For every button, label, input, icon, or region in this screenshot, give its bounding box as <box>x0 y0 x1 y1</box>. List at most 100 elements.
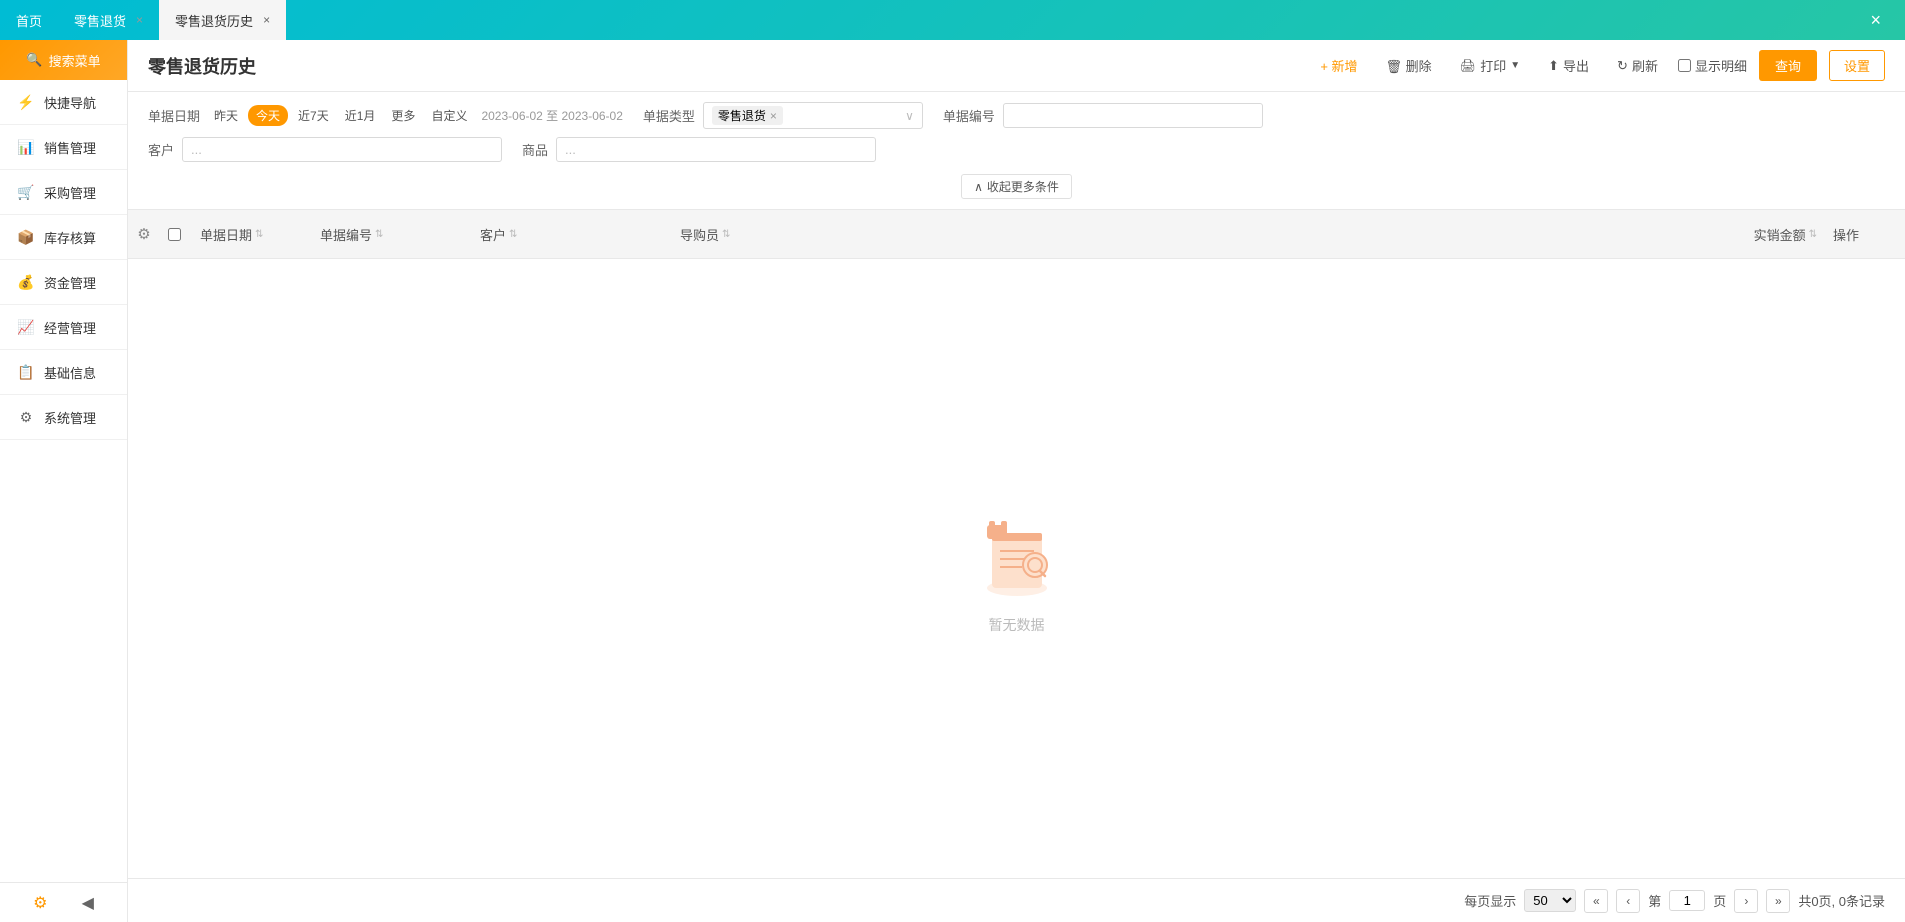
goods-filter-group: 商品 ... <box>522 137 876 162</box>
page-label: 第 <box>1648 891 1661 910</box>
export-label: 导出 <box>1563 56 1589 75</box>
refresh-button[interactable]: ↻ 刷新 <box>1609 52 1666 79</box>
quick-nav-icon: ⚡ <box>16 92 36 112</box>
per-page-select[interactable]: 50 10 20 100 <box>1524 889 1576 912</box>
th-docno-sort[interactable]: ⇅ <box>375 229 383 240</box>
settings-button[interactable]: 设置 <box>1829 50 1885 81</box>
docno-filter-group: 单据编号 <box>943 103 1263 128</box>
date-opt-yesterday[interactable]: 昨天 <box>208 105 244 126</box>
collapse-button[interactable]: ∧ 收起更多条件 <box>961 174 1072 199</box>
sidebar: 🔍 搜索菜单 ⚡ 快捷导航 📊 销售管理 🛒 采购管理 📦 库存核算 💰 <box>0 40 128 922</box>
goods-filter-label: 商品 <box>522 140 548 159</box>
sidebar-item-system[interactable]: ⚙ 系统管理 <box>0 395 127 440</box>
th-guide-sort[interactable]: ⇅ <box>722 229 730 240</box>
sidebar-item-inventory[interactable]: 📦 库存核算 <box>0 215 127 260</box>
system-icon: ⚙ <box>16 407 36 427</box>
sidebar-item-operations[interactable]: 📈 经营管理 <box>0 305 127 350</box>
customer-filter-label: 客户 <box>148 140 174 159</box>
export-icon: ⬆ <box>1548 58 1559 74</box>
search-icon: 🔍 <box>26 52 42 68</box>
top-bar-right: × <box>1862 10 1905 31</box>
sidebar-item-operations-label: 经营管理 <box>44 318 96 337</box>
print-dropdown-icon: ▼ <box>1510 60 1520 71</box>
date-opt-custom[interactable]: 自定义 <box>425 105 473 126</box>
th-docno-label: 单据编号 <box>320 225 372 244</box>
tab-retail-return[interactable]: 零售退货 × <box>58 0 159 40</box>
last-page-button[interactable]: » <box>1766 889 1790 913</box>
query-button[interactable]: 查询 <box>1759 50 1817 81</box>
table-body: 暂无数据 <box>128 259 1905 878</box>
th-action: 操作 <box>1825 225 1905 244</box>
sidebar-item-inventory-label: 库存核算 <box>44 228 96 247</box>
date-options: 昨天 今天 近7天 近1月 更多 自定义 <box>208 105 473 126</box>
date-opt-7days[interactable]: 近7天 <box>292 105 335 126</box>
pagination-summary: 共0页, 0条记录 <box>1798 891 1885 910</box>
goods-placeholder-text: ... <box>565 142 576 157</box>
customer-placeholder-text: ... <box>191 142 202 157</box>
th-customer-sort[interactable]: ⇅ <box>509 229 517 240</box>
sidebar-item-purchase-label: 采购管理 <box>44 183 96 202</box>
sidebar-bottom: ⚙ ◀ <box>0 882 127 922</box>
sidebar-item-purchase[interactable]: 🛒 采购管理 <box>0 170 127 215</box>
date-opt-today[interactable]: 今天 <box>248 105 288 126</box>
tab-retail-return-history[interactable]: 零售退货历史 × <box>159 0 286 40</box>
customer-input[interactable]: ... <box>182 137 502 162</box>
date-opt-more[interactable]: 更多 <box>385 105 421 126</box>
sidebar-item-basic-info[interactable]: 📋 基础信息 <box>0 350 127 395</box>
show-detail-label: 显示明细 <box>1678 56 1747 75</box>
th-customer-label: 客户 <box>480 225 506 244</box>
collapse-label: 收起更多条件 <box>987 178 1059 195</box>
sidebar-item-quick-nav[interactable]: ⚡ 快捷导航 <box>0 80 127 125</box>
tab-retail-return-label: 零售退货 <box>74 11 126 30</box>
filter-area: 单据日期 昨天 今天 近7天 近1月 更多 自定义 2023-06-02 至 2… <box>128 92 1905 210</box>
tab-home[interactable]: 首页 <box>0 0 58 40</box>
th-date-sort[interactable]: ⇅ <box>255 229 263 240</box>
print-button[interactable]: 🖨 打印 ▼ <box>1452 52 1528 79</box>
window-close-button[interactable]: × <box>1862 10 1889 31</box>
sidebar-item-basic-info-label: 基础信息 <box>44 363 96 382</box>
th-amount: 实销金额 ⇅ <box>1705 225 1825 244</box>
sidebar-search[interactable]: 🔍 搜索菜单 <box>0 40 127 80</box>
content-area: 零售退货历史 + 新增 🗑 删除 🖨 打印 ▼ ⬆ 导出 ↻ 刷新 <box>128 40 1905 922</box>
th-guide: 导购员 ⇅ <box>672 225 832 244</box>
th-amount-label: 实销金额 <box>1754 225 1806 244</box>
sidebar-item-sales-label: 销售管理 <box>44 138 96 157</box>
collapse-icon: ∧ <box>974 180 983 194</box>
tab-retail-return-close[interactable]: × <box>136 13 143 27</box>
next-page-button[interactable]: › <box>1734 889 1758 913</box>
th-guide-label: 导购员 <box>680 225 719 244</box>
goods-input[interactable]: ... <box>556 137 876 162</box>
purchase-icon: 🛒 <box>16 182 36 202</box>
table-settings-icon[interactable]: ⚙ <box>136 218 152 250</box>
sidebar-item-sales[interactable]: 📊 销售管理 <box>0 125 127 170</box>
date-opt-1month[interactable]: 近1月 <box>339 105 382 126</box>
empty-text: 暂无数据 <box>989 615 1045 635</box>
pagination: 每页显示 50 10 20 100 « ‹ 第 页 › » 共0页, 0条记录 <box>128 878 1905 922</box>
first-page-button[interactable]: « <box>1584 889 1608 913</box>
docno-input[interactable] <box>1003 103 1263 128</box>
finance-icon: 💰 <box>16 272 36 292</box>
th-amount-sort[interactable]: ⇅ <box>1809 229 1817 240</box>
sidebar-item-system-label: 系统管理 <box>44 408 96 427</box>
select-all-checkbox[interactable] <box>168 228 181 241</box>
delete-button[interactable]: 🗑 删除 <box>1378 52 1440 79</box>
th-date: 单据日期 ⇅ <box>192 225 312 244</box>
export-button[interactable]: ⬆ 导出 <box>1540 52 1597 79</box>
th-checkbox <box>160 228 192 241</box>
per-page-label: 每页显示 <box>1464 891 1516 910</box>
th-settings: ⚙ <box>128 218 160 250</box>
sidebar-item-finance[interactable]: 💰 资金管理 <box>0 260 127 305</box>
tab-home-label: 首页 <box>16 11 42 30</box>
type-select[interactable]: 零售退货 × ∨ <box>703 102 923 129</box>
settings-bottom-icon[interactable]: ⚙ <box>33 893 47 913</box>
collapse-sidebar-icon[interactable]: ◀ <box>82 893 94 913</box>
show-detail-checkbox[interactable] <box>1678 59 1691 72</box>
type-filter-label: 单据类型 <box>643 106 695 125</box>
refresh-icon: ↻ <box>1617 58 1628 74</box>
new-button[interactable]: + 新增 <box>1312 52 1365 79</box>
prev-page-button[interactable]: ‹ <box>1616 889 1640 913</box>
sidebar-nav: ⚡ 快捷导航 📊 销售管理 🛒 采购管理 📦 库存核算 💰 资金管理 📈 <box>0 80 127 882</box>
page-input[interactable] <box>1669 890 1705 911</box>
type-tag-remove[interactable]: × <box>770 109 777 123</box>
tab-retail-return-history-close[interactable]: × <box>263 13 270 27</box>
